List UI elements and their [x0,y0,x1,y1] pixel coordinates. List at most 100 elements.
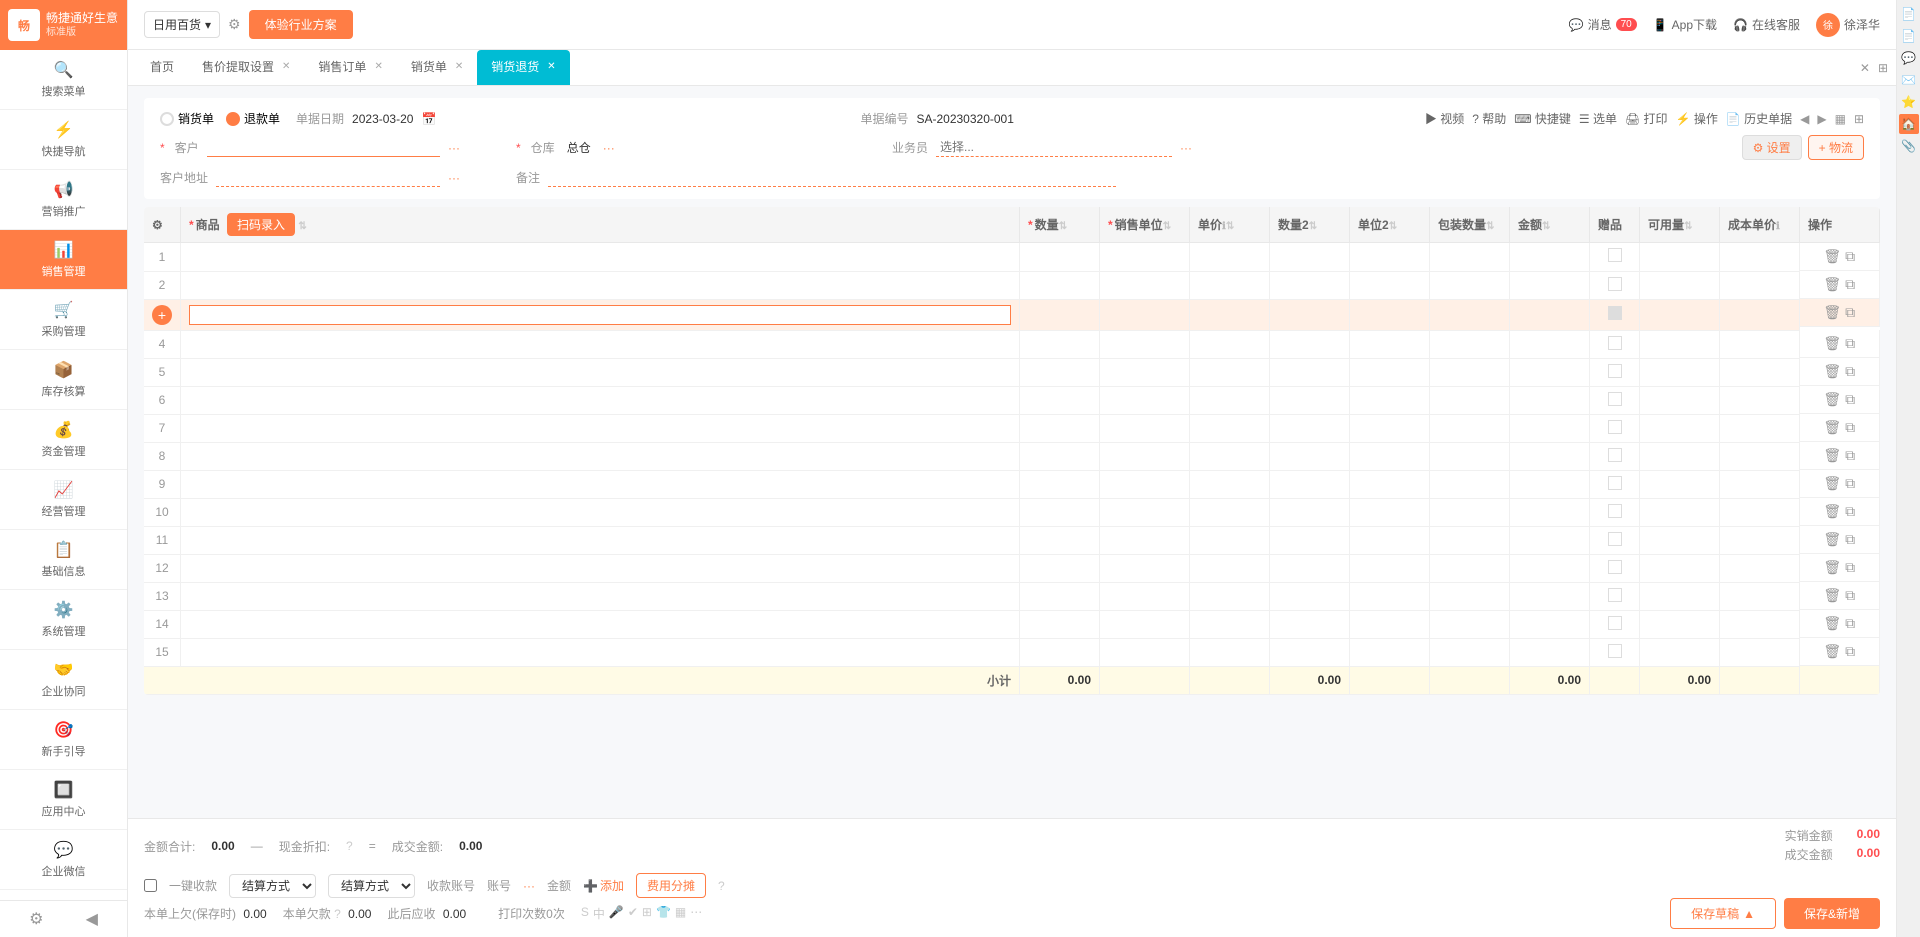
cost-price-info-icon[interactable]: ℹ [1776,221,1780,232]
pkg-qty-cell[interactable] [1430,442,1510,470]
pkg-qty-cell[interactable] [1430,638,1510,666]
cost-price-cell[interactable] [1720,330,1800,358]
unit2-cell[interactable] [1350,526,1430,554]
customer-more-btn[interactable]: ··· [448,141,460,155]
goods-cell[interactable] [181,554,1020,582]
goods-cell[interactable] [181,470,1020,498]
tab-home[interactable]: 首页 [136,50,188,85]
delete-row-btn[interactable]: 🗑 [1823,587,1841,604]
sales-unit-cell[interactable] [1100,299,1190,330]
staff-input[interactable] [936,138,1172,157]
gift-checkbox[interactable] [1608,392,1622,406]
pkg-qty-cell[interactable] [1430,330,1510,358]
delete-row-btn[interactable]: 🗑 [1823,335,1841,352]
sidebar-item-operation[interactable]: 📈经营管理 [0,470,127,530]
price-cell[interactable] [1190,582,1270,610]
qty-cell[interactable] [1020,243,1100,272]
star-icon[interactable]: ⭐ [1899,92,1919,112]
copy-row-btn[interactable]: ⧉ [1845,363,1855,380]
amount-cell[interactable] [1510,498,1590,526]
pkg-qty-cell[interactable] [1430,386,1510,414]
cost-price-cell[interactable] [1720,358,1800,386]
goods-input[interactable] [189,305,1011,325]
message-btn[interactable]: 💬 消息 70 [1569,16,1637,33]
qty-cell[interactable] [1020,582,1100,610]
qty-cell[interactable] [1020,610,1100,638]
unit2-cell[interactable] [1350,582,1430,610]
qty-sort-icon[interactable]: ⇅ [1059,221,1067,232]
available-cell[interactable] [1640,526,1720,554]
gift-checkbox[interactable] [1608,448,1622,462]
amount-cell[interactable] [1510,330,1590,358]
price-cell[interactable] [1190,271,1270,299]
goods-cell[interactable] [181,610,1020,638]
delete-row-btn[interactable]: 🗑 [1823,559,1841,576]
select-btn[interactable]: ☰ 选单 [1579,110,1617,127]
goods-cell[interactable] [181,299,1020,330]
copy-row-btn[interactable]: ⧉ [1845,615,1855,632]
copy-row-btn[interactable]: ⧉ [1845,335,1855,352]
gift-checkbox[interactable] [1608,476,1622,490]
copy-row-btn[interactable]: ⧉ [1845,587,1855,604]
copy-row-btn[interactable]: ⧉ [1845,643,1855,660]
pkg-sort-icon[interactable]: ⇅ [1486,221,1494,232]
qty2-cell[interactable] [1270,243,1350,272]
qty2-cell[interactable] [1270,470,1350,498]
goods-cell[interactable] [181,638,1020,666]
gift-checkbox[interactable] [1608,560,1622,574]
sidebar-item-wechat[interactable]: 💬企业微信 [0,830,127,890]
price-cell[interactable] [1190,299,1270,330]
sidebar-item-system[interactable]: ⚙️系统管理 [0,590,127,650]
sidebar-item-newbie[interactable]: 🎯新手引导 [0,710,127,770]
delete-row-btn[interactable]: 🗑 [1823,447,1841,464]
pkg-qty-cell[interactable] [1430,554,1510,582]
copy-row-btn[interactable]: ⧉ [1845,447,1855,464]
amount-cell[interactable] [1510,414,1590,442]
unit2-cell[interactable] [1350,271,1430,299]
qty-cell[interactable] [1020,442,1100,470]
available-sort-icon[interactable]: ⇅ [1684,221,1692,232]
cost-price-cell[interactable] [1720,442,1800,470]
goods-cell[interactable] [181,498,1020,526]
sales-unit-cell[interactable] [1100,442,1190,470]
price-cell[interactable] [1190,526,1270,554]
mail-icon[interactable]: ✉️ [1899,70,1919,90]
price-sort-icon[interactable]: ⇅ [1226,221,1234,232]
gift-checkbox[interactable] [1608,336,1622,350]
sidebar-item-purchase[interactable]: 🛒采购管理 [0,290,127,350]
qty2-cell[interactable] [1270,554,1350,582]
tab-sales-shipment-close[interactable]: ✕ [455,61,463,72]
operation-btn[interactable]: ⚡ 操作 [1676,110,1718,127]
available-cell[interactable] [1640,358,1720,386]
cost-price-cell[interactable] [1720,610,1800,638]
gift-checkbox[interactable] [1608,616,1622,630]
sales-unit-cell[interactable] [1100,638,1190,666]
goods-cell[interactable] [181,526,1020,554]
available-cell[interactable] [1640,299,1720,330]
available-cell[interactable] [1640,330,1720,358]
copy-row-btn[interactable]: ⧉ [1845,419,1855,436]
gift-checkbox[interactable] [1608,504,1622,518]
delete-row-btn[interactable]: 🗑 [1823,503,1841,520]
tab-sales-return-close[interactable]: ✕ [547,61,555,72]
tab-price-setting-close[interactable]: ✕ [282,61,290,72]
cost-price-cell[interactable] [1720,470,1800,498]
sidebar-item-marketing[interactable]: 📢营销推广 [0,170,127,230]
tab-price-setting[interactable]: 售价提取设置✕ [188,50,304,85]
cost-price-cell[interactable] [1720,299,1800,330]
pkg-qty-cell[interactable] [1430,610,1510,638]
sidebar-settings-icon[interactable]: ⚙ [29,909,43,929]
delete-row-btn[interactable]: 🗑 [1823,531,1841,548]
unit2-cell[interactable] [1350,386,1430,414]
unit2-cell[interactable] [1350,470,1430,498]
save-draft-btn[interactable]: 保存草稿 ▲ [1670,898,1776,929]
sales-unit-cell[interactable] [1100,330,1190,358]
pkg-qty-cell[interactable] [1430,582,1510,610]
unit2-cell[interactable] [1350,638,1430,666]
qty-cell[interactable] [1020,271,1100,299]
price-cell[interactable] [1190,358,1270,386]
unit2-cell[interactable] [1350,554,1430,582]
price-cell[interactable] [1190,610,1270,638]
unit2-cell[interactable] [1350,610,1430,638]
sales-unit-cell[interactable] [1100,414,1190,442]
